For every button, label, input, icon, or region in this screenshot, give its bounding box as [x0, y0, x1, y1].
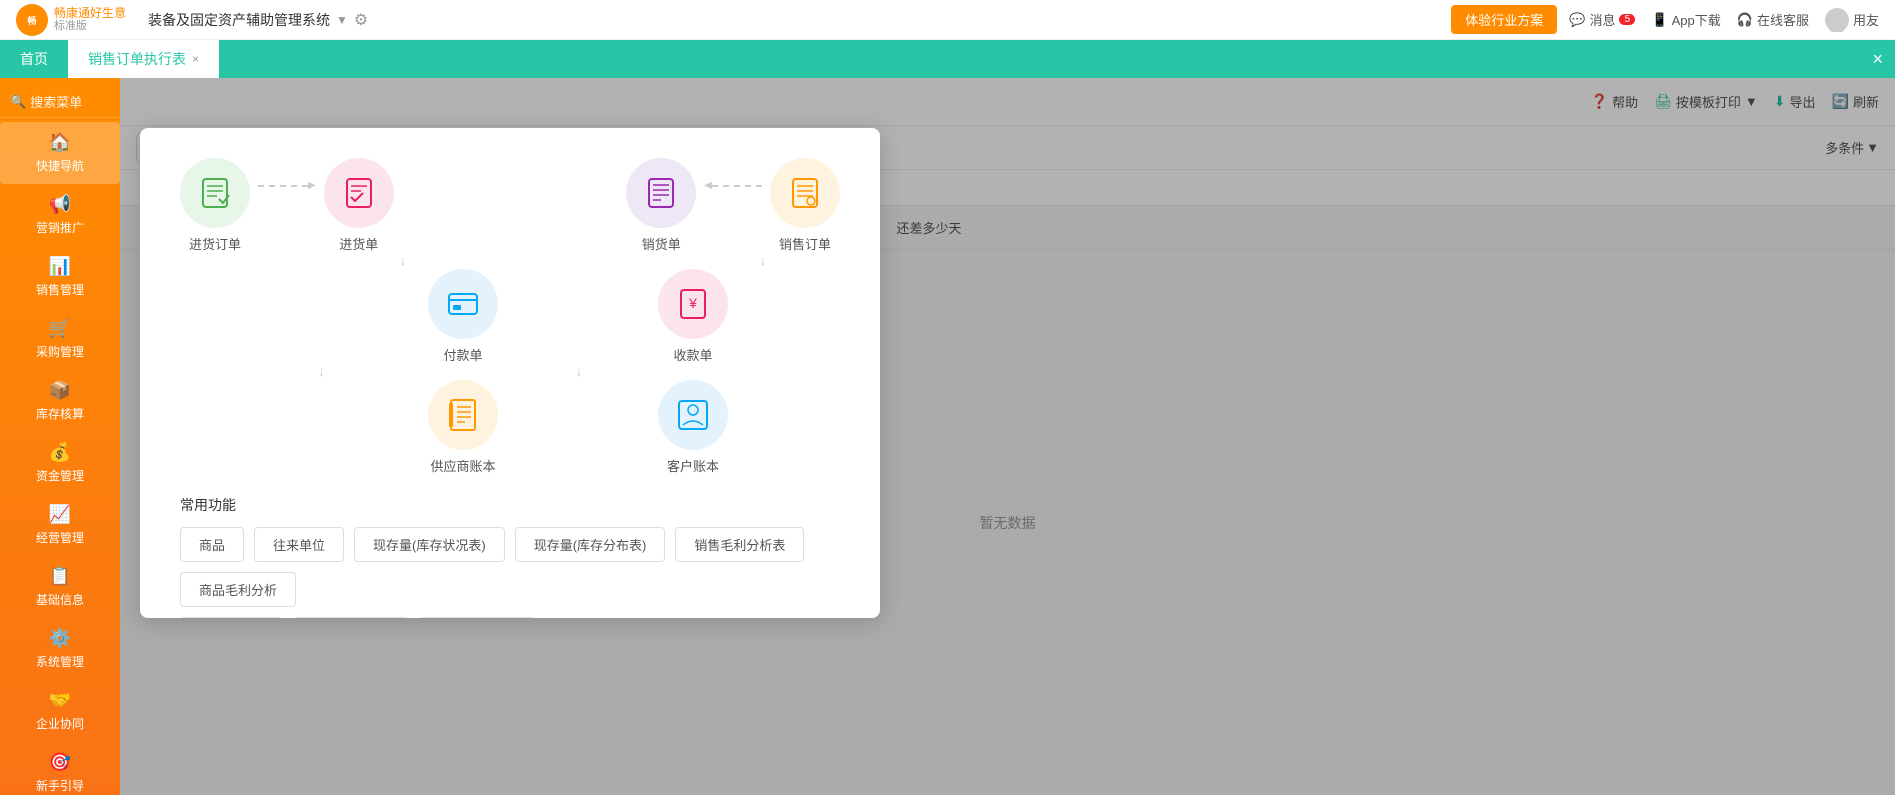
sidebar-item-sales[interactable]: 📊 销售管理: [0, 246, 120, 308]
collab-icon: 🤝: [49, 690, 71, 711]
flow-row-2: 付款单 ¥ 收款单: [180, 269, 840, 364]
sidebar-item-inventory[interactable]: 📦 库存核算: [0, 370, 120, 432]
sidebar-item-purchase[interactable]: 🛒 采购管理: [0, 308, 120, 370]
vertical-arrows-row: ↓ ↓: [180, 253, 840, 267]
flow-node-customer-ledger[interactable]: 客户账本: [658, 380, 728, 475]
svg-text:¥: ¥: [688, 295, 697, 311]
flow-node-supplier-ledger[interactable]: 供应商账本: [428, 380, 498, 475]
func-btn-stock-status[interactable]: 现存量(库存状况表): [354, 527, 505, 562]
func-btn-receipt-stats[interactable]: 收款情况统计: [293, 617, 409, 618]
tab-close-icon[interactable]: ×: [192, 52, 199, 66]
common-functions: 常用功能 商品 往来单位 现存量(库存状况表) 现存量(库存分布表) 销售毛利分…: [180, 495, 840, 618]
home-icon: 🏠: [49, 132, 71, 153]
func-btn-product[interactable]: 商品: [180, 527, 244, 562]
avatar: [1825, 8, 1849, 32]
top-header: 畅 畅康通好生意 标准版 装备及固定资产辅助管理系统 ▼ ⚙ 体验行业方案 💬 …: [0, 0, 1895, 40]
sales-circle: [626, 158, 696, 228]
dropdown-icon[interactable]: ▼: [336, 13, 348, 27]
sidebar-item-collaboration[interactable]: 🤝 企业协同: [0, 680, 120, 742]
sidebar-item-finance[interactable]: 💰 资金管理: [0, 432, 120, 494]
payment-circle: [428, 269, 498, 339]
main-content: 🔍 搜索菜单 🏠 快捷导航 📢 营销推广 📊 销售管理 🛒 采购管理 📦 库存核…: [0, 78, 1895, 795]
func-buttons: 商品 往来单位 现存量(库存状况表) 现存量(库存分布表) 销售毛利分析表 商品…: [180, 527, 840, 607]
logo-text: 畅康通好生意 标准版: [54, 6, 126, 34]
common-functions-title: 常用功能: [180, 495, 840, 515]
system-icon: ⚙️: [49, 628, 71, 649]
system-name: 装备及固定资产辅助管理系统: [148, 10, 330, 30]
flow-node-sales-order[interactable]: 销售订单: [770, 158, 840, 253]
func-btn-product-margin[interactable]: 商品毛利分析: [180, 572, 296, 607]
search-icon: 🔍: [10, 94, 26, 110]
message-icon: 💬: [1569, 12, 1585, 28]
sidebar-item-marketing[interactable]: 📢 营销推广: [0, 184, 120, 246]
header-right: 💬 消息 5 📱 App下载 🎧 在线客服 用友: [1569, 8, 1879, 32]
svg-text:畅: 畅: [27, 15, 36, 26]
customer-ledger-circle: [658, 380, 728, 450]
operations-icon: 📈: [49, 504, 71, 525]
func-btn-stock-dist[interactable]: 现存量(库存分布表): [515, 527, 666, 562]
tab-sales-order-execution[interactable]: 销售订单执行表 ×: [68, 40, 219, 78]
sales-icon: 📊: [49, 256, 71, 277]
flow-diagram: 进货订单 ▶: [180, 158, 840, 475]
window-close-button[interactable]: ×: [1860, 40, 1895, 78]
logo-icon: 畅: [16, 4, 48, 36]
download-icon: 📱: [1651, 12, 1667, 28]
app-download-action[interactable]: 📱 App下载: [1651, 10, 1720, 29]
logo-area: 畅 畅康通好生意 标准版: [16, 4, 136, 36]
page-area: ❓ 帮助 🖨 按模板打印 ▼ ⬇ 导出 🔄 刷新 — 📅 单据状态: [120, 78, 1895, 795]
flow-node-receipt[interactable]: ¥ 收款单: [658, 269, 728, 364]
flow-node-sales[interactable]: 销货单: [626, 158, 696, 253]
flow-row-3: 供应商账本 客户账本: [180, 380, 840, 475]
sidebar-item-quick-nav[interactable]: 🏠 快捷导航: [0, 122, 120, 184]
func-btn-payment-stats[interactable]: 付款情况统计: [419, 617, 535, 618]
message-badge: 5: [1619, 14, 1635, 25]
trial-button[interactable]: 体验行业方案: [1451, 5, 1557, 34]
sidebar-search[interactable]: 🔍 搜索菜单: [0, 86, 120, 118]
flow-node-purchase[interactable]: 进货单: [324, 158, 394, 253]
message-action[interactable]: 💬 消息 5: [1569, 10, 1635, 29]
nav-tabs: 首页 销售订单执行表 × ×: [0, 40, 1895, 78]
sidebar-item-operations[interactable]: 📈 经营管理: [0, 494, 120, 556]
overlay[interactable]: 进货订单 ▶: [120, 78, 1895, 795]
sidebar-item-basic-info[interactable]: 📋 基础信息: [0, 556, 120, 618]
basic-info-icon: 📋: [49, 566, 71, 587]
system-title: 装备及固定资产辅助管理系统 ▼ ⚙: [148, 10, 1439, 30]
sales-order-circle: [770, 158, 840, 228]
sidebar: 🔍 搜索菜单 🏠 快捷导航 📢 营销推广 📊 销售管理 🛒 采购管理 📦 库存核…: [0, 78, 120, 795]
finance-icon: 💰: [49, 442, 71, 463]
arrow-purchase-order-to-purchase: ▶: [250, 158, 324, 191]
user-area[interactable]: 用友: [1825, 8, 1879, 32]
arrow-sales-order-to-sales: ◀: [696, 158, 770, 191]
sidebar-item-tutorial[interactable]: 🎯 新手引导: [0, 742, 120, 795]
receipt-circle: ¥: [658, 269, 728, 339]
gear-icon[interactable]: ⚙: [354, 10, 368, 30]
marketing-icon: 📢: [49, 194, 71, 215]
tutorial-icon: 🎯: [49, 752, 71, 773]
func-buttons-row2: 销售排行榜 收款情况统计 付款情况统计: [180, 617, 840, 618]
func-btn-partner[interactable]: 往来单位: [254, 527, 344, 562]
supplier-ledger-circle: [428, 380, 498, 450]
online-service-action[interactable]: 🎧 在线客服: [1737, 10, 1809, 29]
quick-guide-popup: 进货订单 ▶: [140, 128, 880, 618]
purchase-order-circle: [180, 158, 250, 228]
func-btn-sales-ranking[interactable]: 销售排行榜: [180, 617, 283, 618]
func-btn-sales-margin[interactable]: 销售毛利分析表: [675, 527, 804, 562]
tab-home[interactable]: 首页: [0, 40, 68, 78]
vertical-arrows-row-2: ↓ ↓: [180, 364, 840, 378]
purchase-circle: [324, 158, 394, 228]
flow-node-payment[interactable]: 付款单: [428, 269, 498, 364]
sidebar-item-system[interactable]: ⚙️ 系统管理: [0, 618, 120, 680]
service-icon: 🎧: [1737, 12, 1753, 28]
inventory-icon: 📦: [49, 380, 71, 401]
flow-node-purchase-order[interactable]: 进货订单: [180, 158, 250, 253]
purchase-icon: 🛒: [49, 318, 71, 339]
